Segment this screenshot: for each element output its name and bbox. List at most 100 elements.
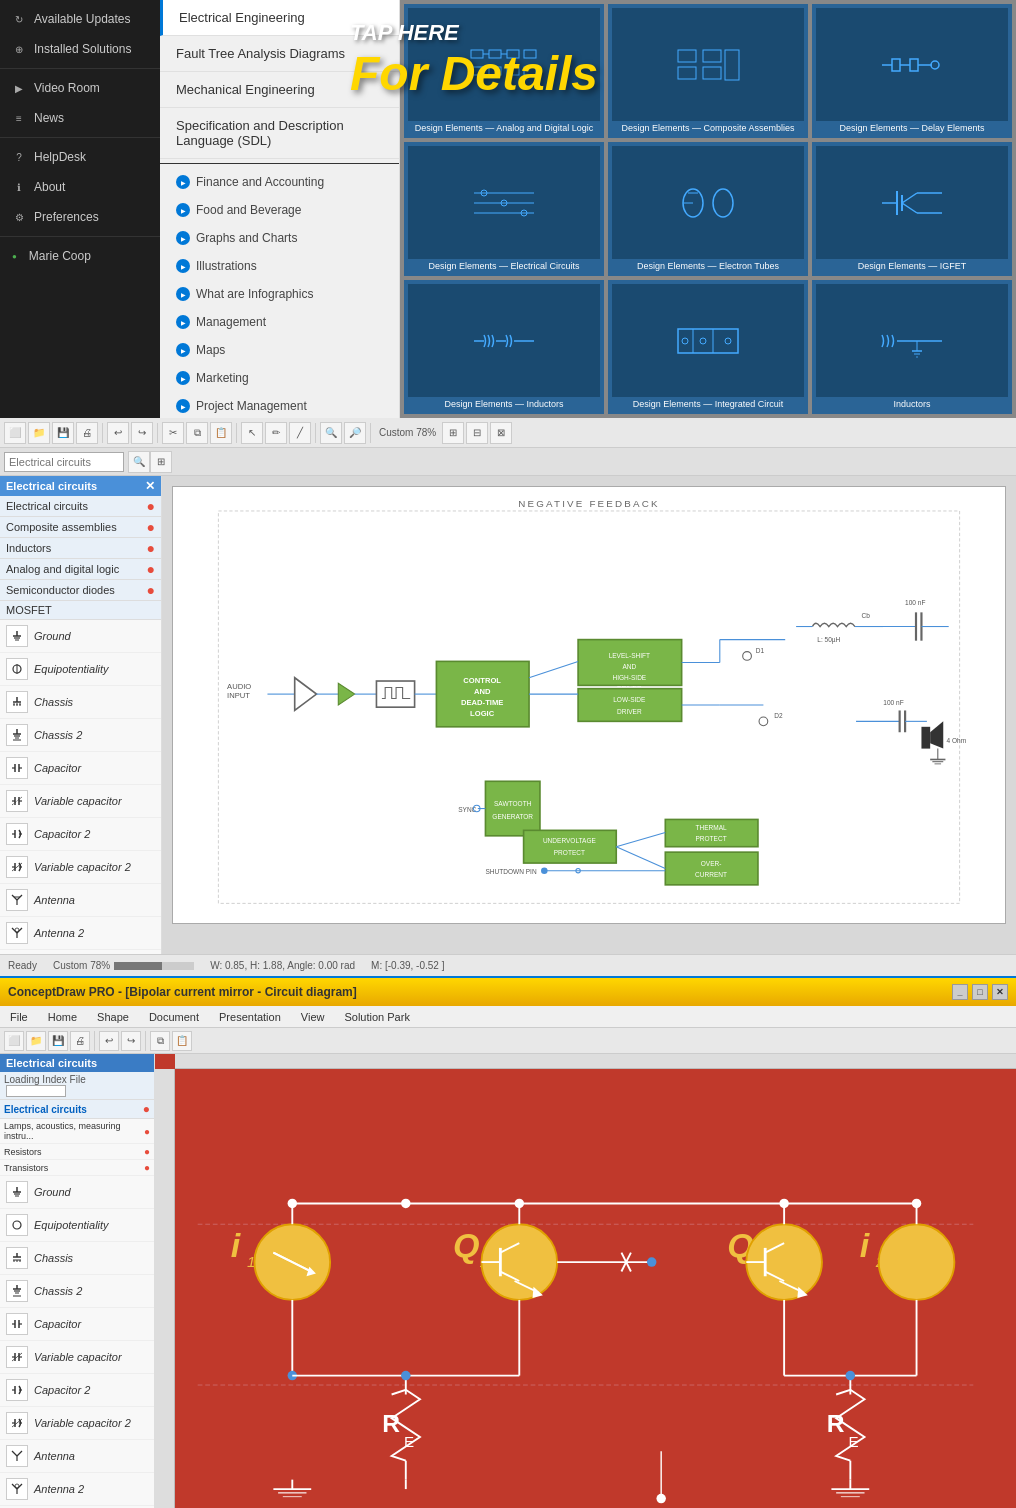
select-btn[interactable]: ↖ bbox=[241, 422, 263, 444]
sidebar-item-about[interactable]: ℹ About bbox=[0, 172, 160, 202]
category-mechanical[interactable]: Mechanical Engineering bbox=[160, 72, 399, 108]
category-sub-finance[interactable]: Finance and Accounting bbox=[160, 168, 399, 196]
panel-item-chassis2[interactable]: Chassis 2 bbox=[0, 719, 161, 752]
bottom-panel-cat-lamps[interactable]: Lamps, acoustics, measuring instru... ● bbox=[0, 1119, 154, 1144]
menu-home[interactable]: Home bbox=[38, 1009, 87, 1025]
category-electrical-engineering[interactable]: Electrical Engineering bbox=[160, 0, 399, 36]
category-sub-management[interactable]: Management bbox=[160, 308, 399, 336]
card-8[interactable]: Inductors bbox=[812, 280, 1012, 414]
panel-close-icon[interactable]: ● bbox=[147, 562, 155, 576]
category-sub-marketing[interactable]: Marketing bbox=[160, 364, 399, 392]
panel-category-analog[interactable]: Analog and digital logic ● bbox=[0, 559, 161, 580]
search-input[interactable] bbox=[4, 452, 124, 472]
bottom-search-input[interactable] bbox=[6, 1085, 66, 1097]
category-sub-maps[interactable]: Maps bbox=[160, 336, 399, 364]
panel-item-antenna[interactable]: Antenna bbox=[0, 884, 161, 917]
panel-item-equipotentiality[interactable]: Equipotentiality bbox=[0, 653, 161, 686]
menu-shape[interactable]: Shape bbox=[87, 1009, 139, 1025]
category-sdl[interactable]: Specification and Description Language (… bbox=[160, 108, 399, 159]
menu-presentation[interactable]: Presentation bbox=[209, 1009, 291, 1025]
canvas-area[interactable]: NEGATIVE FEEDBACK AUDIO INPUT bbox=[162, 476, 1016, 954]
cut-btn[interactable]: ✂ bbox=[162, 422, 184, 444]
panel-category-mosfet[interactable]: MOSFET bbox=[0, 601, 161, 620]
panel-category-composite[interactable]: Composite assemblies ● bbox=[0, 517, 161, 538]
panel-category-semiconductor[interactable]: Semiconductor diodes ● bbox=[0, 580, 161, 601]
minimize-btn[interactable]: _ bbox=[952, 984, 968, 1000]
category-sub-project[interactable]: Project Management bbox=[160, 392, 399, 418]
paste-btn[interactable]: 📋 bbox=[210, 422, 232, 444]
grid-view-btn[interactable]: ⊞ bbox=[150, 451, 172, 473]
panel-close-icon[interactable]: ● bbox=[147, 499, 155, 513]
card-7[interactable]: Design Elements — Integrated Circuit bbox=[608, 280, 808, 414]
panel-category-electrical[interactable]: Electrical circuits ● bbox=[0, 496, 161, 517]
copy-btn[interactable]: ⧉ bbox=[186, 422, 208, 444]
bottom-panel-item-cap2[interactable]: Capacitor 2 bbox=[0, 1374, 154, 1407]
close-icon[interactable]: ● bbox=[144, 1126, 150, 1137]
search-btn[interactable]: 🔍 bbox=[128, 451, 150, 473]
card-3[interactable]: Design Elements — Electrical Circuits bbox=[404, 142, 604, 276]
bottom-panel-item-var-cap[interactable]: Variable capacitor bbox=[0, 1341, 154, 1374]
sidebar-item-user[interactable]: Marie Coop bbox=[0, 241, 160, 271]
menu-file[interactable]: File bbox=[0, 1009, 38, 1025]
panel-category-inductors[interactable]: Inductors ● bbox=[0, 538, 161, 559]
print-btn[interactable]: 🖨 bbox=[76, 422, 98, 444]
zoom-100-btn[interactable]: ⊠ bbox=[490, 422, 512, 444]
zoom-in-btn[interactable]: 🔍 bbox=[320, 422, 342, 444]
panel-close-icon[interactable]: ● bbox=[147, 541, 155, 555]
zoom-custom-btn[interactable]: ⊟ bbox=[466, 422, 488, 444]
sidebar-item-video-room[interactable]: ▶ Video Room bbox=[0, 73, 160, 103]
card-6[interactable]: Design Elements — Inductors bbox=[404, 280, 604, 414]
zoom-control[interactable]: Custom 78% bbox=[53, 960, 194, 971]
panel-item-antenna2[interactable]: Antenna 2 bbox=[0, 917, 161, 950]
bottom-panel-item-equi[interactable]: Equipotentiality bbox=[0, 1209, 154, 1242]
panel-close-icon[interactable]: ● bbox=[147, 520, 155, 534]
zoom-fit-btn[interactable]: ⊞ bbox=[442, 422, 464, 444]
card-4[interactable]: Design Elements — Electron Tubes bbox=[608, 142, 808, 276]
redo-btn[interactable]: ↪ bbox=[131, 422, 153, 444]
new-btn[interactable]: ⬜ bbox=[4, 422, 26, 444]
tool-undo[interactable]: ↩ bbox=[99, 1031, 119, 1051]
card-0[interactable]: Design Elements — Analog and Digital Log… bbox=[404, 4, 604, 138]
tool-redo[interactable]: ↪ bbox=[121, 1031, 141, 1051]
panel-item-ground[interactable]: Ground bbox=[0, 620, 161, 653]
maximize-btn[interactable]: □ bbox=[972, 984, 988, 1000]
tool-print[interactable]: 🖨 bbox=[70, 1031, 90, 1051]
bottom-panel-item-chassis2[interactable]: Chassis 2 bbox=[0, 1275, 154, 1308]
line-btn[interactable]: ╱ bbox=[289, 422, 311, 444]
bottom-panel-cat-resistors[interactable]: Resistors ● bbox=[0, 1144, 154, 1160]
category-sub-graphs[interactable]: Graphs and Charts bbox=[160, 224, 399, 252]
bottom-panel-item-ground[interactable]: Ground bbox=[0, 1176, 154, 1209]
panel-item-var-capacitor[interactable]: Variable capacitor bbox=[0, 785, 161, 818]
sidebar-item-helpdesk[interactable]: ? HelpDesk bbox=[0, 142, 160, 172]
sidebar-item-installed-solutions[interactable]: ⊕ Installed Solutions bbox=[0, 34, 160, 64]
category-sub-food[interactable]: Food and Beverage bbox=[160, 196, 399, 224]
close-btn[interactable]: ✕ bbox=[992, 984, 1008, 1000]
bottom-panel-item-antenna[interactable]: Antenna bbox=[0, 1440, 154, 1473]
tool-open[interactable]: 📁 bbox=[26, 1031, 46, 1051]
menu-document[interactable]: Document bbox=[139, 1009, 209, 1025]
bottom-panel-cat-transistors[interactable]: Transistors ● bbox=[0, 1160, 154, 1176]
category-sub-infographics[interactable]: What are Infographics bbox=[160, 280, 399, 308]
panel-close-icon[interactable]: ● bbox=[147, 583, 155, 597]
bottom-panel-item-chassis[interactable]: Chassis bbox=[0, 1242, 154, 1275]
bottom-canvas[interactable]: i 1 Q 1 bbox=[155, 1054, 1016, 1508]
close-icon[interactable]: ● bbox=[143, 1102, 150, 1116]
menu-view[interactable]: View bbox=[291, 1009, 335, 1025]
undo-btn[interactable]: ↩ bbox=[107, 422, 129, 444]
tool-new[interactable]: ⬜ bbox=[4, 1031, 24, 1051]
panel-item-capacitor2[interactable]: Capacitor 2 bbox=[0, 818, 161, 851]
save-btn[interactable]: 💾 bbox=[52, 422, 74, 444]
panel-close-btn[interactable]: ✕ bbox=[145, 479, 155, 493]
tool-save[interactable]: 💾 bbox=[48, 1031, 68, 1051]
panel-item-chassis[interactable]: Chassis bbox=[0, 686, 161, 719]
open-btn[interactable]: 📁 bbox=[28, 422, 50, 444]
card-1[interactable]: Design Elements — Composite Assemblies bbox=[608, 4, 808, 138]
tool-paste[interactable]: 📋 bbox=[172, 1031, 192, 1051]
card-2[interactable]: Design Elements — Delay Elements bbox=[812, 4, 1012, 138]
bottom-panel-item-capacitor[interactable]: Capacitor bbox=[0, 1308, 154, 1341]
draw-btn[interactable]: ✏ bbox=[265, 422, 287, 444]
zoom-out-btn[interactable]: 🔎 bbox=[344, 422, 366, 444]
category-fault-tree[interactable]: Fault Tree Analysis Diagrams bbox=[160, 36, 399, 72]
bottom-panel-item-antenna2[interactable]: Antenna 2 bbox=[0, 1473, 154, 1506]
menu-solution-park[interactable]: Solution Park bbox=[334, 1009, 419, 1025]
